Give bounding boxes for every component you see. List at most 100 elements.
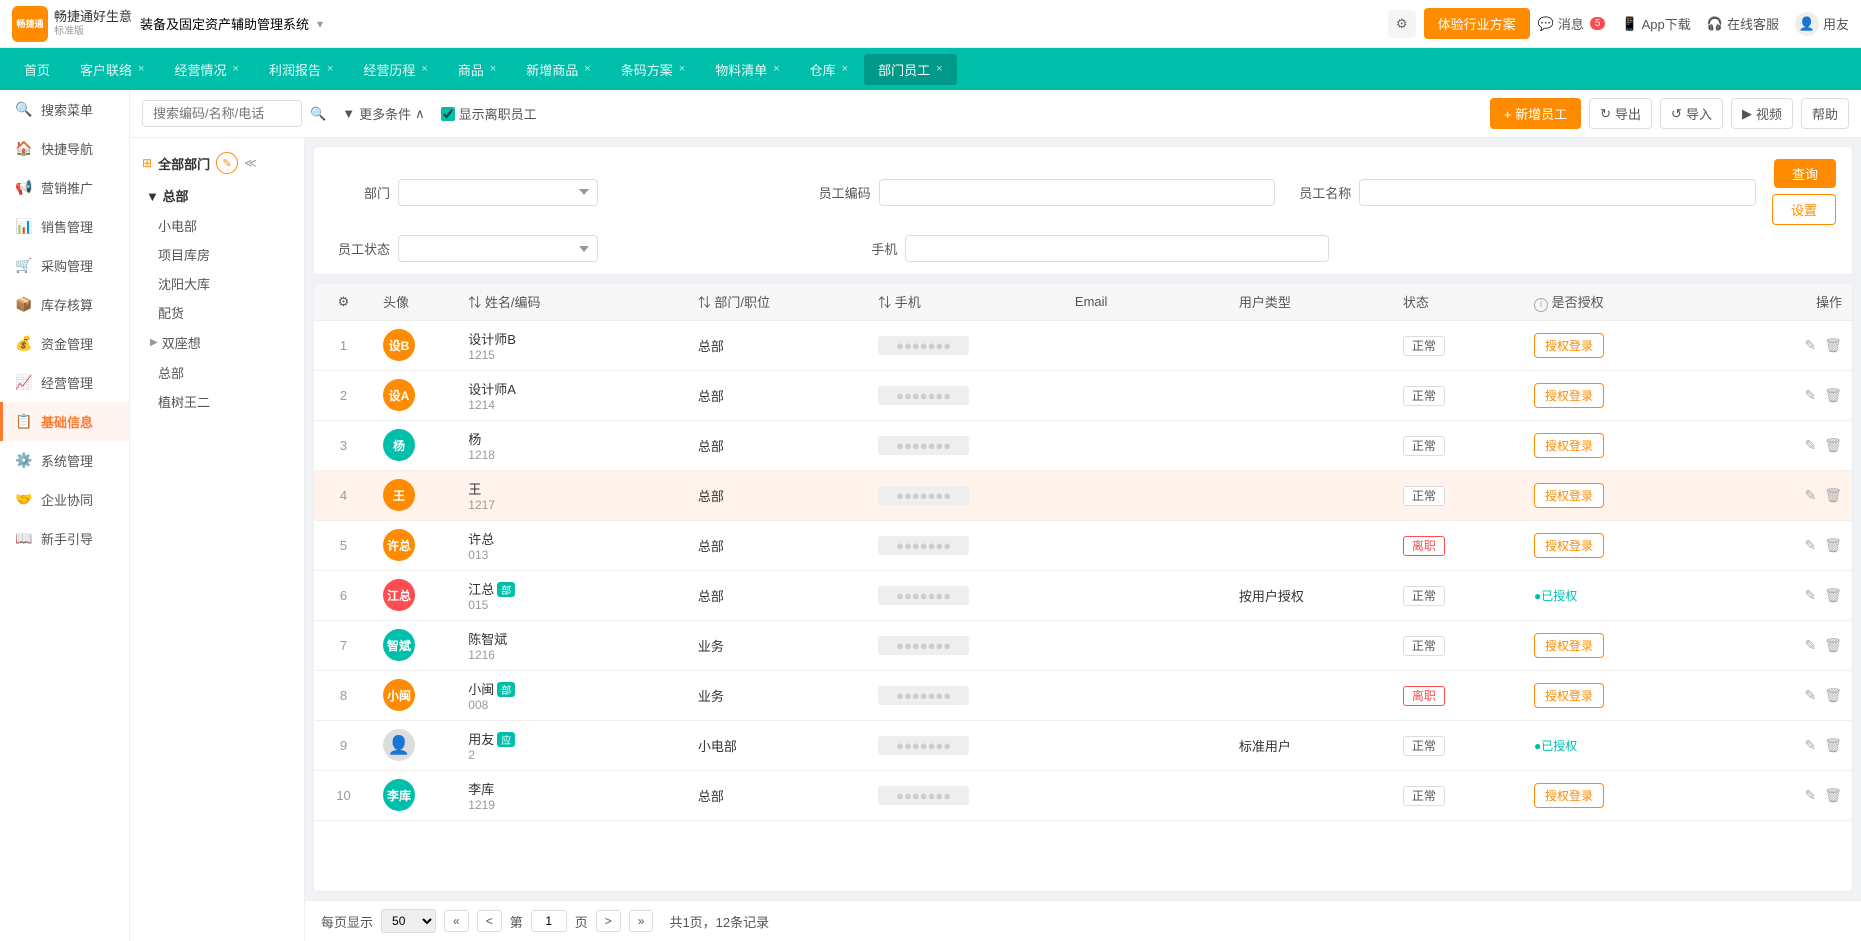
dept-collapse-icon[interactable]: ≪ (244, 156, 257, 170)
tab-barcode-close[interactable]: × (679, 63, 685, 75)
next-page-btn[interactable]: > (596, 910, 621, 932)
edit-icon[interactable]: ✎ (1804, 387, 1816, 404)
dept-section-general[interactable]: ▼ 总部 (130, 180, 304, 211)
sidebar-item-basic[interactable]: 📋 基础信息 (0, 402, 129, 441)
dept-item-zhishu[interactable]: 植树王二 (130, 387, 304, 416)
set-btn[interactable]: 设置 (1772, 194, 1836, 225)
filter-dept-select[interactable] (398, 179, 598, 206)
online-service-btn[interactable]: 🎧 在线客服 (1707, 14, 1779, 33)
delete-icon[interactable]: 🗑 (1824, 387, 1842, 404)
import-btn[interactable]: ↺ 导入 (1660, 98, 1723, 129)
tab-process-close[interactable]: × (421, 63, 427, 75)
tab-product-close[interactable]: × (490, 63, 496, 75)
edit-icon[interactable]: ✎ (1804, 637, 1816, 654)
dept-item-peihu[interactable]: 配货 (130, 298, 304, 327)
authorized-info-icon[interactable]: i (1534, 298, 1548, 312)
delete-icon[interactable]: 🗑 (1824, 437, 1842, 454)
settings-icon[interactable]: ⚙ (1388, 10, 1416, 38)
tab-product[interactable]: 商品× (444, 54, 510, 85)
experience-btn[interactable]: 体验行业方案 (1424, 8, 1530, 39)
filter-name-input[interactable] (1359, 179, 1756, 206)
app-download-btn[interactable]: 📱 App下载 (1621, 14, 1690, 33)
sidebar-item-guide[interactable]: 📖 新手引导 (0, 519, 129, 558)
sidebar-item-finance[interactable]: 💰 资金管理 (0, 324, 129, 363)
sidebar-item-sales[interactable]: 📊 销售管理 (0, 207, 129, 246)
delete-icon[interactable]: 🗑 (1824, 587, 1842, 604)
col-name-code[interactable]: ⇅ 姓名/编码 (458, 284, 688, 320)
sidebar-item-system[interactable]: ⚙️ 系统管理 (0, 441, 129, 480)
dept-search-icon[interactable]: ✎ (216, 152, 238, 174)
authorize-btn[interactable]: 授权登录 (1534, 683, 1604, 708)
tab-warehouse-close[interactable]: × (842, 63, 848, 75)
edit-icon[interactable]: ✎ (1804, 337, 1816, 354)
authorize-btn[interactable]: 授权登录 (1534, 333, 1604, 358)
edit-icon[interactable]: ✎ (1804, 437, 1816, 454)
search-btn[interactable]: 查询 (1774, 159, 1836, 188)
filter-status-select[interactable] (398, 235, 598, 262)
page-input[interactable] (531, 910, 567, 932)
search-icon-btn[interactable]: 🔍 (310, 106, 326, 122)
edit-icon[interactable]: ✎ (1804, 587, 1816, 604)
tab-department[interactable]: 部门员工× (864, 54, 956, 85)
user-area[interactable]: 👤 用友 (1795, 12, 1849, 36)
per-page-select[interactable]: 50 100 (381, 909, 436, 933)
edit-icon[interactable]: ✎ (1804, 687, 1816, 704)
dept-item-zongbu[interactable]: 总部 (130, 358, 304, 387)
authorize-btn[interactable]: 授权登录 (1534, 483, 1604, 508)
sidebar-item-enterprise[interactable]: 🤝 企业协同 (0, 480, 129, 519)
edit-icon[interactable]: ✎ (1804, 537, 1816, 554)
dept-item-shuangzuoxiang[interactable]: ▶ 双座想 (130, 327, 304, 358)
tab-profit-close[interactable]: × (327, 63, 333, 75)
help-btn[interactable]: 帮助 (1801, 98, 1849, 129)
col-phone[interactable]: ⇅ 手机 (868, 284, 1065, 320)
edit-icon[interactable]: ✎ (1804, 787, 1816, 804)
tab-operations[interactable]: 经营情况× (160, 54, 252, 85)
dept-item-project[interactable]: 项目库房 (130, 240, 304, 269)
dept-tree-header[interactable]: ⊞ 全部部门 ✎ ≪ (130, 146, 304, 180)
tab-customer-close[interactable]: × (138, 63, 144, 75)
delete-icon[interactable]: 🗑 (1824, 737, 1842, 754)
authorize-btn[interactable]: 授权登录 (1534, 533, 1604, 558)
sidebar-item-search[interactable]: 🔍 搜索菜单 (0, 90, 129, 129)
show-resigned-checkbox[interactable] (441, 107, 455, 121)
delete-icon[interactable]: 🗑 (1824, 787, 1842, 804)
authorize-btn[interactable]: 授权登录 (1534, 383, 1604, 408)
first-page-btn[interactable]: « (444, 910, 469, 932)
edit-icon[interactable]: ✎ (1804, 487, 1816, 504)
sidebar-item-purchase[interactable]: 🛒 采购管理 (0, 246, 129, 285)
search-input[interactable] (142, 100, 302, 127)
tab-bom[interactable]: 物料清单× (701, 54, 793, 85)
prev-page-btn[interactable]: < (477, 910, 502, 932)
export-btn[interactable]: ↻ 导出 (1589, 98, 1652, 129)
authorize-btn[interactable]: 授权登录 (1534, 783, 1604, 808)
delete-icon[interactable]: 🗑 (1824, 637, 1842, 654)
filter-code-input[interactable] (879, 179, 1276, 206)
tab-process[interactable]: 经营历程× (349, 54, 441, 85)
sidebar-item-inventory[interactable]: 📦 库存核算 (0, 285, 129, 324)
dept-item-xiaodian[interactable]: 小电部 (130, 211, 304, 240)
tab-warehouse[interactable]: 仓库× (796, 54, 862, 85)
dept-item-shenyang[interactable]: 沈阳大库 (130, 269, 304, 298)
sidebar-item-marketing[interactable]: 📢 营销推广 (0, 168, 129, 207)
more-conditions-btn[interactable]: ▼ 更多条件 ∧ (334, 100, 432, 127)
delete-icon[interactable]: 🗑 (1824, 487, 1842, 504)
col-settings[interactable]: ⚙ (314, 284, 373, 320)
message-btn[interactable]: 💬 消息 5 (1538, 14, 1606, 33)
tab-operations-close[interactable]: × (232, 63, 238, 75)
view-btn[interactable]: ▶ 视频 (1731, 98, 1793, 129)
edit-icon[interactable]: ✎ (1804, 737, 1816, 754)
delete-icon[interactable]: 🗑 (1824, 337, 1842, 354)
sidebar-item-operations[interactable]: 📈 经营管理 (0, 363, 129, 402)
last-page-btn[interactable]: » (629, 910, 654, 932)
show-resigned-label[interactable]: 显示离职员工 (441, 104, 537, 123)
delete-icon[interactable]: 🗑 (1824, 687, 1842, 704)
col-dept[interactable]: ⇅ 部门/职位 (688, 284, 868, 320)
tab-profit[interactable]: 利润报告× (255, 54, 347, 85)
tab-barcode[interactable]: 条码方案× (607, 54, 699, 85)
authorize-btn[interactable]: 授权登录 (1534, 633, 1604, 658)
filter-phone-input[interactable] (905, 235, 1328, 262)
tab-add-product-close[interactable]: × (584, 63, 590, 75)
tab-customer[interactable]: 客户联络× (66, 54, 158, 85)
tab-bom-close[interactable]: × (773, 63, 779, 75)
add-employee-btn[interactable]: + 新增员工 (1490, 98, 1581, 129)
